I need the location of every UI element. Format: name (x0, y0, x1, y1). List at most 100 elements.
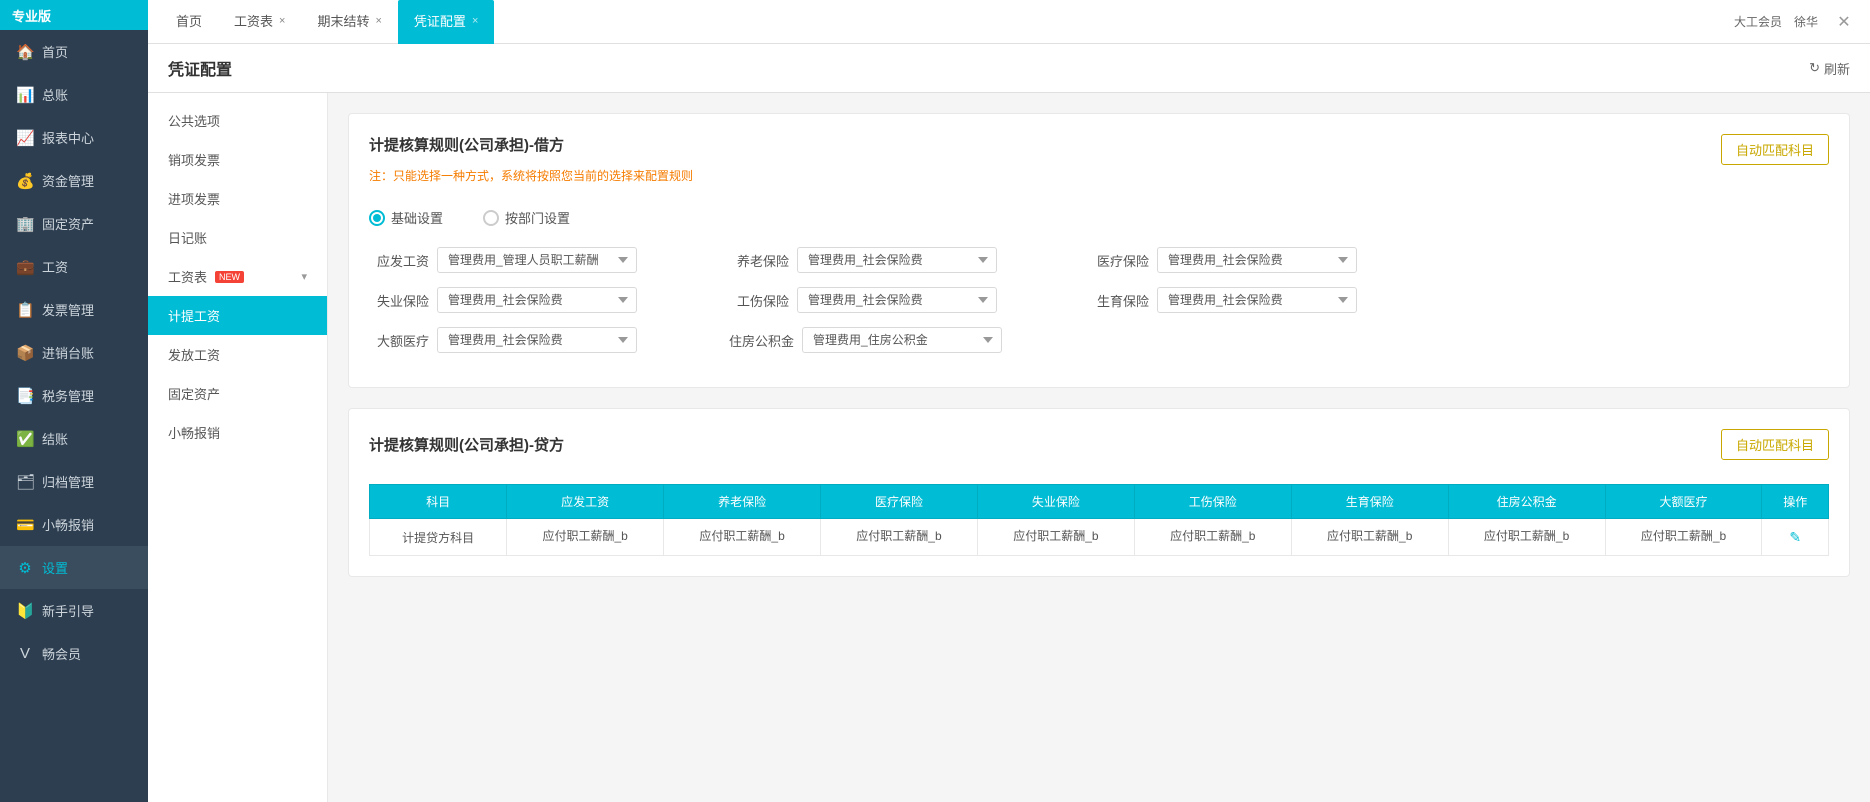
reports-icon: 📈 (16, 129, 34, 147)
radio-basic-label: 基础设置 (391, 208, 443, 227)
sidebar-label-ledger: 总账 (42, 85, 68, 104)
sidebar-label-member: 畅会员 (42, 644, 81, 663)
home-icon: 🏠 (16, 43, 34, 61)
td-maternity-val: 应付职工薪酬_b (1291, 519, 1448, 556)
th-unemployment: 失业保险 (977, 485, 1134, 519)
tab-payroll[interactable]: 工资表 × (218, 0, 301, 44)
header-right: 大工会员 徐华 ✕ (1734, 8, 1858, 36)
sidebar-item-reports[interactable]: 📈 报表中心 (0, 116, 148, 159)
sidebar-item-tax[interactable]: 📑 税务管理 (0, 374, 148, 417)
sidebar-item-stockledger[interactable]: 📦 进销台账 (0, 331, 148, 374)
major-medical-label: 大额医疗 (369, 331, 429, 350)
sidebar-item-invoice[interactable]: 📋 发票管理 (0, 288, 148, 331)
brand-label: 专业版 (0, 0, 148, 30)
field-pension: 养老保险 管理费用_社会保险费 (729, 247, 1069, 273)
archive-icon: 🗂 (16, 473, 34, 491)
sidebar-item-assets[interactable]: 🏢 固定资产 (0, 202, 148, 245)
leftnav-sales-invoice[interactable]: 销项发票 (148, 140, 327, 179)
tab-home[interactable]: 首页 (160, 0, 218, 44)
new-badge: NEW (215, 271, 244, 283)
unemployment-label: 失业保险 (369, 291, 429, 310)
member-icon: V (16, 645, 34, 662)
refresh-label: 刷新 (1824, 59, 1850, 78)
settings-icon: ⚙ (16, 559, 34, 577)
debit-section: 计提核算规则(公司承担)-借方 注：只能选择一种方式，系统将按照您当前的选择来配… (348, 113, 1850, 388)
debit-row-3: 大额医疗 管理费用_社会保险费 住房公积金 管理费用_住房公积金 (369, 327, 1829, 353)
radio-basic[interactable]: 基础设置 (369, 208, 443, 227)
tab-payroll-close[interactable]: × (279, 15, 285, 27)
leftnav-journal[interactable]: 日记账 (148, 218, 327, 257)
tab-voucher[interactable]: 凭证配置 × (398, 0, 494, 44)
tab-period[interactable]: 期末结转 × (301, 0, 397, 44)
salary-select[interactable]: 管理费用_管理人员职工薪酬 (437, 247, 637, 273)
leftnav-fixed-assets[interactable]: 固定资产 (148, 374, 327, 413)
leftnav-payroll-table[interactable]: 工资表 NEW ▾ (148, 257, 327, 296)
sidebar-item-guide[interactable]: 🔰 新手引导 (0, 589, 148, 632)
sidebar-label-expense: 小畅报销 (42, 515, 94, 534)
td-medical-val: 应付职工薪酬_b (821, 519, 978, 556)
tab-payroll-label: 工资表 (234, 11, 273, 30)
medical-select[interactable]: 管理费用_社会保险费 (1157, 247, 1357, 273)
debit-notice: 注：只能选择一种方式，系统将按照您当前的选择来配置规则 (369, 167, 693, 184)
salary-label: 应发工资 (369, 251, 429, 270)
sidebar-item-archive[interactable]: 🗂 归档管理 (0, 460, 148, 503)
sidebar-label-settings: 设置 (42, 558, 68, 577)
leftnav-purchase-invoice[interactable]: 进项发票 (148, 179, 327, 218)
injury-select[interactable]: 管理费用_社会保险费 (797, 287, 997, 313)
maternity-select[interactable]: 管理费用_社会保险费 (1157, 287, 1357, 313)
unemployment-select[interactable]: 管理费用_社会保险费 (437, 287, 637, 313)
radio-department-circle (483, 210, 499, 226)
td-major-medical-val: 应付职工薪酬_b (1605, 519, 1762, 556)
th-major-medical: 大额医疗 (1605, 485, 1762, 519)
sidebar-label-home: 首页 (42, 42, 68, 61)
refresh-icon: ↻ (1809, 60, 1820, 76)
window-close-button[interactable]: ✕ (1830, 8, 1858, 36)
radio-department-label: 按部门设置 (505, 208, 570, 227)
sidebar-item-member[interactable]: V 畅会员 (0, 632, 148, 675)
medical-label: 医疗保险 (1089, 251, 1149, 270)
edit-icon[interactable]: ✎ (1789, 529, 1801, 545)
leftnav-public[interactable]: 公共选项 (148, 101, 327, 140)
tab-period-close[interactable]: × (375, 15, 381, 27)
leftnav-pay-payroll[interactable]: 发放工资 (148, 335, 327, 374)
td-injury-val: 应付职工薪酬_b (1134, 519, 1291, 556)
credit-auto-match-button[interactable]: 自动匹配科目 (1721, 429, 1829, 460)
sidebar-item-close[interactable]: ✅ 结账 (0, 417, 148, 460)
expense-icon: 💳 (16, 516, 34, 534)
maternity-label: 生育保险 (1089, 291, 1149, 310)
field-salary: 应发工资 管理费用_管理人员职工薪酬 (369, 247, 709, 273)
tab-voucher-close[interactable]: × (472, 15, 478, 27)
sidebar-item-home[interactable]: 🏠 首页 (0, 30, 148, 73)
pension-select[interactable]: 管理费用_社会保险费 (797, 247, 997, 273)
refresh-button[interactable]: ↻ 刷新 (1809, 59, 1850, 78)
housing-label: 住房公积金 (729, 331, 794, 350)
debit-row-1: 应发工资 管理费用_管理人员职工薪酬 养老保险 管理费用_社会保险费 医疗保险 (369, 247, 1829, 273)
td-unemployment-val: 应付职工薪酬_b (977, 519, 1134, 556)
sidebar-label-close: 结账 (42, 429, 68, 448)
debit-section-title: 计提核算规则(公司承担)-借方 (369, 134, 693, 155)
stockledger-icon: 📦 (16, 344, 34, 362)
sidebar-item-payroll[interactable]: 💼 工资 (0, 245, 148, 288)
sidebar-item-ledger[interactable]: 📊 总账 (0, 73, 148, 116)
radio-department[interactable]: 按部门设置 (483, 208, 570, 227)
page-header: 凭证配置 ↻ 刷新 (148, 44, 1870, 93)
tax-icon: 📑 (16, 387, 34, 405)
debit-auto-match-button[interactable]: 自动匹配科目 (1721, 134, 1829, 165)
tab-voucher-label: 凭证配置 (414, 11, 466, 30)
sidebar-item-settings[interactable]: ⚙ 设置 (0, 546, 148, 589)
sidebar-item-finance[interactable]: 💰 资金管理 (0, 159, 148, 202)
td-edit[interactable]: ✎ (1762, 519, 1829, 556)
payroll-icon: 💼 (16, 258, 34, 276)
sidebar-label-archive: 归档管理 (42, 472, 94, 491)
invoice-icon: 📋 (16, 301, 34, 319)
leftnav-expense-report[interactable]: 小畅报销 (148, 413, 327, 452)
radio-group: 基础设置 按部门设置 (369, 208, 1829, 227)
injury-label: 工伤保险 (729, 291, 789, 310)
ledger-icon: 📊 (16, 86, 34, 104)
field-major-medical: 大额医疗 管理费用_社会保险费 (369, 327, 709, 353)
major-medical-select[interactable]: 管理费用_社会保险费 (437, 327, 637, 353)
leftnav-accrual-payroll[interactable]: 计提工资 (148, 296, 327, 335)
housing-select[interactable]: 管理费用_住房公积金 (802, 327, 1002, 353)
pension-label: 养老保险 (729, 251, 789, 270)
sidebar-item-expense[interactable]: 💳 小畅报销 (0, 503, 148, 546)
